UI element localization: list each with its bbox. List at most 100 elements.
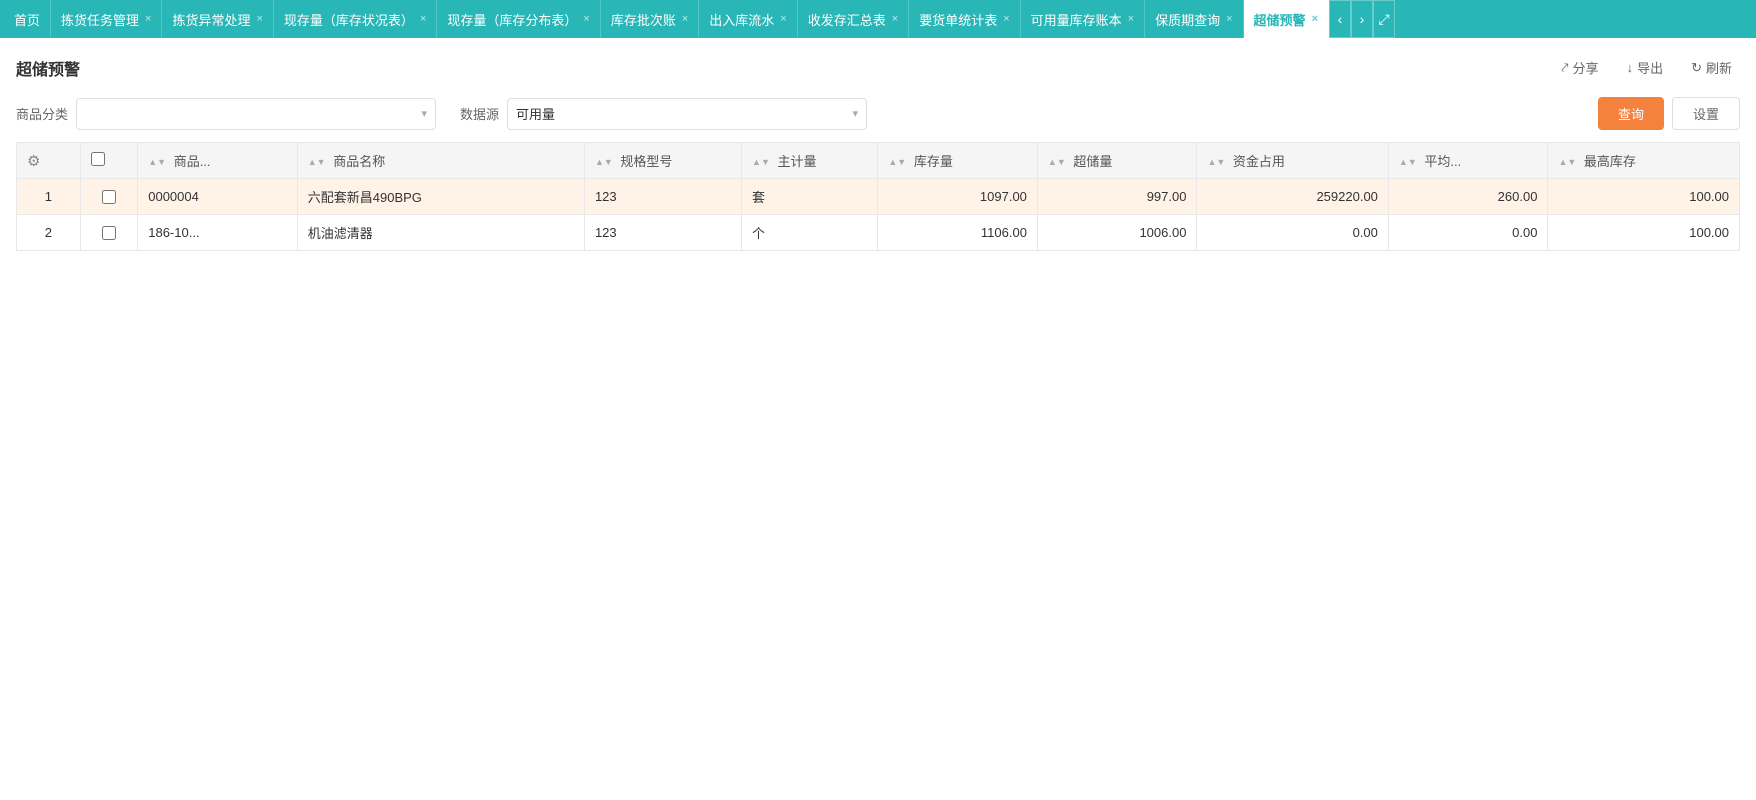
nav-tab-stock-dist[interactable]: 现存量（库存分布表） × — [437, 0, 600, 38]
chevron-down-icon: ▾ — [421, 107, 427, 120]
category-filter: 商品分类 ▾ — [16, 98, 436, 130]
category-select[interactable]: ▾ — [76, 98, 436, 130]
datasource-label: 数据源 — [460, 104, 499, 123]
cell-maxstock: 100.00 — [1548, 179, 1740, 215]
data-table: ⚙ ▲▼ 商品... ▲▼ 商品名称 ▲▼ 规格型号 ▲▼ — [16, 142, 1740, 251]
refresh-button[interactable]: ↻ 刷新 — [1683, 54, 1740, 81]
nav-tab-abnormal[interactable]: 拣货异常处理 × — [162, 0, 273, 38]
th-stock: ▲▼ 库存量 — [878, 143, 1038, 179]
sort-icon[interactable]: ▲▼ — [888, 158, 906, 168]
cell-unit: 套 — [742, 179, 878, 215]
filter-row: 商品分类 ▾ 数据源 可用量 ▾ 查询 设置 — [16, 97, 1740, 130]
cell-money: 259220.00 — [1197, 179, 1388, 215]
share-button[interactable]: ⤤ 分享 — [1553, 54, 1606, 81]
row-checkbox[interactable] — [102, 226, 116, 240]
sort-icon[interactable]: ▲▼ — [1399, 158, 1417, 168]
page-title: 超储预警 — [16, 56, 80, 80]
cell-over: 1006.00 — [1037, 215, 1197, 251]
th-spec: ▲▼ 规格型号 — [584, 143, 741, 179]
close-icon[interactable]: × — [1226, 13, 1232, 25]
table-body: 1 0000004 六配套新昌490BPG 123 套 1097.00 997.… — [17, 179, 1740, 251]
cell-spec: 123 — [584, 179, 741, 215]
page-header: 超储预警 ⤤ 分享 ↓ 导出 ↻ 刷新 — [16, 54, 1740, 81]
sort-icon[interactable]: ▲▼ — [752, 158, 770, 168]
nav-expand-button[interactable]: ⤢ — [1373, 0, 1395, 38]
th-unit: ▲▼ 主计量 — [742, 143, 878, 179]
export-button[interactable]: ↓ 导出 — [1619, 54, 1672, 81]
top-nav: 首页 拣货任务管理 × 拣货异常处理 × 现存量（库存状况表） × 现存量（库存… — [0, 0, 1756, 38]
close-icon[interactable]: × — [1003, 13, 1009, 25]
th-money: ▲▼ 资金占用 — [1197, 143, 1388, 179]
nav-tab-available[interactable]: 可用量库存账本 × — [1021, 0, 1145, 38]
nav-arrows: ‹ › ⤢ — [1329, 0, 1395, 38]
share-icon: ⤤ — [1561, 60, 1568, 76]
nav-tab-task[interactable]: 拣货任务管理 × — [51, 0, 162, 38]
header-actions: ⤤ 分享 ↓ 导出 ↻ 刷新 — [1553, 54, 1740, 81]
cell-over: 997.00 — [1037, 179, 1197, 215]
cell-code: 186-10... — [138, 215, 298, 251]
cell-name: 机油滤清器 — [297, 215, 584, 251]
export-icon: ↓ — [1627, 60, 1634, 75]
nav-tab-batch[interactable]: 库存批次账 × — [601, 0, 699, 38]
nav-tab-overstock[interactable]: 超储预警 × — [1244, 0, 1329, 38]
th-code: ▲▼ 商品... — [138, 143, 298, 179]
close-icon[interactable]: × — [420, 13, 426, 25]
cell-stock: 1106.00 — [878, 215, 1038, 251]
th-avg: ▲▼ 平均... — [1388, 143, 1548, 179]
cell-unit: 个 — [742, 215, 878, 251]
row-checkbox[interactable] — [102, 190, 116, 204]
nav-tab-stock-status[interactable]: 现存量（库存状况表） × — [274, 0, 437, 38]
nav-next-button[interactable]: › — [1351, 0, 1373, 38]
cell-avg: 0.00 — [1388, 215, 1548, 251]
cell-index: 2 — [17, 215, 81, 251]
nav-tab-inout[interactable]: 出入库流水 × — [699, 0, 797, 38]
settings-button[interactable]: 设置 — [1672, 97, 1740, 130]
nav-tab-order-stats[interactable]: 要货单统计表 × — [909, 0, 1020, 38]
nav-tab-home[interactable]: 首页 — [4, 0, 51, 38]
close-icon[interactable]: × — [1128, 13, 1134, 25]
datasource-value: 可用量 — [516, 104, 555, 123]
close-icon[interactable]: × — [780, 13, 786, 25]
nav-tab-quality[interactable]: 保质期查询 × — [1145, 0, 1243, 38]
cell-maxstock: 100.00 — [1548, 215, 1740, 251]
th-gear[interactable]: ⚙ — [17, 143, 81, 179]
cell-index: 1 — [17, 179, 81, 215]
page-content: 超储预警 ⤤ 分享 ↓ 导出 ↻ 刷新 商品分类 ▾ 数据源 — [0, 38, 1756, 800]
close-icon[interactable]: × — [145, 13, 151, 25]
close-icon[interactable]: × — [256, 13, 262, 25]
datasource-filter: 数据源 可用量 ▾ — [460, 98, 867, 130]
th-checkbox[interactable] — [80, 143, 137, 179]
query-button[interactable]: 查询 — [1598, 97, 1664, 130]
sort-icon[interactable]: ▲▼ — [595, 158, 613, 168]
sort-icon[interactable]: ▲▼ — [308, 158, 326, 168]
cell-checkbox[interactable] — [80, 215, 137, 251]
cell-name: 六配套新昌490BPG — [297, 179, 584, 215]
close-icon[interactable]: × — [583, 13, 589, 25]
close-icon[interactable]: × — [892, 13, 898, 25]
cell-code: 0000004 — [138, 179, 298, 215]
cell-checkbox[interactable] — [80, 179, 137, 215]
cell-avg: 260.00 — [1388, 179, 1548, 215]
th-maxstock: ▲▼ 最高库存 — [1548, 143, 1740, 179]
table-header: ⚙ ▲▼ 商品... ▲▼ 商品名称 ▲▼ 规格型号 ▲▼ — [17, 143, 1740, 179]
th-over: ▲▼ 超储量 — [1037, 143, 1197, 179]
refresh-icon: ↻ — [1691, 60, 1702, 76]
nav-prev-button[interactable]: ‹ — [1329, 0, 1351, 38]
sort-icon[interactable]: ▲▼ — [1048, 158, 1066, 168]
sort-icon[interactable]: ▲▼ — [1558, 158, 1576, 168]
cell-stock: 1097.00 — [878, 179, 1038, 215]
category-label: 商品分类 — [16, 104, 68, 123]
cell-money: 0.00 — [1197, 215, 1388, 251]
close-icon[interactable]: × — [682, 13, 688, 25]
cell-spec: 123 — [584, 215, 741, 251]
nav-tab-summary[interactable]: 收发存汇总表 × — [798, 0, 909, 38]
gear-icon[interactable]: ⚙ — [27, 153, 40, 170]
table-row: 2 186-10... 机油滤清器 123 个 1106.00 1006.00 … — [17, 215, 1740, 251]
sort-icon[interactable]: ▲▼ — [148, 158, 166, 168]
datasource-select[interactable]: 可用量 ▾ — [507, 98, 867, 130]
close-icon[interactable]: × — [1312, 13, 1318, 25]
sort-icon[interactable]: ▲▼ — [1207, 158, 1225, 168]
select-all-checkbox[interactable] — [91, 152, 105, 166]
th-name: ▲▼ 商品名称 — [297, 143, 584, 179]
table-row: 1 0000004 六配套新昌490BPG 123 套 1097.00 997.… — [17, 179, 1740, 215]
